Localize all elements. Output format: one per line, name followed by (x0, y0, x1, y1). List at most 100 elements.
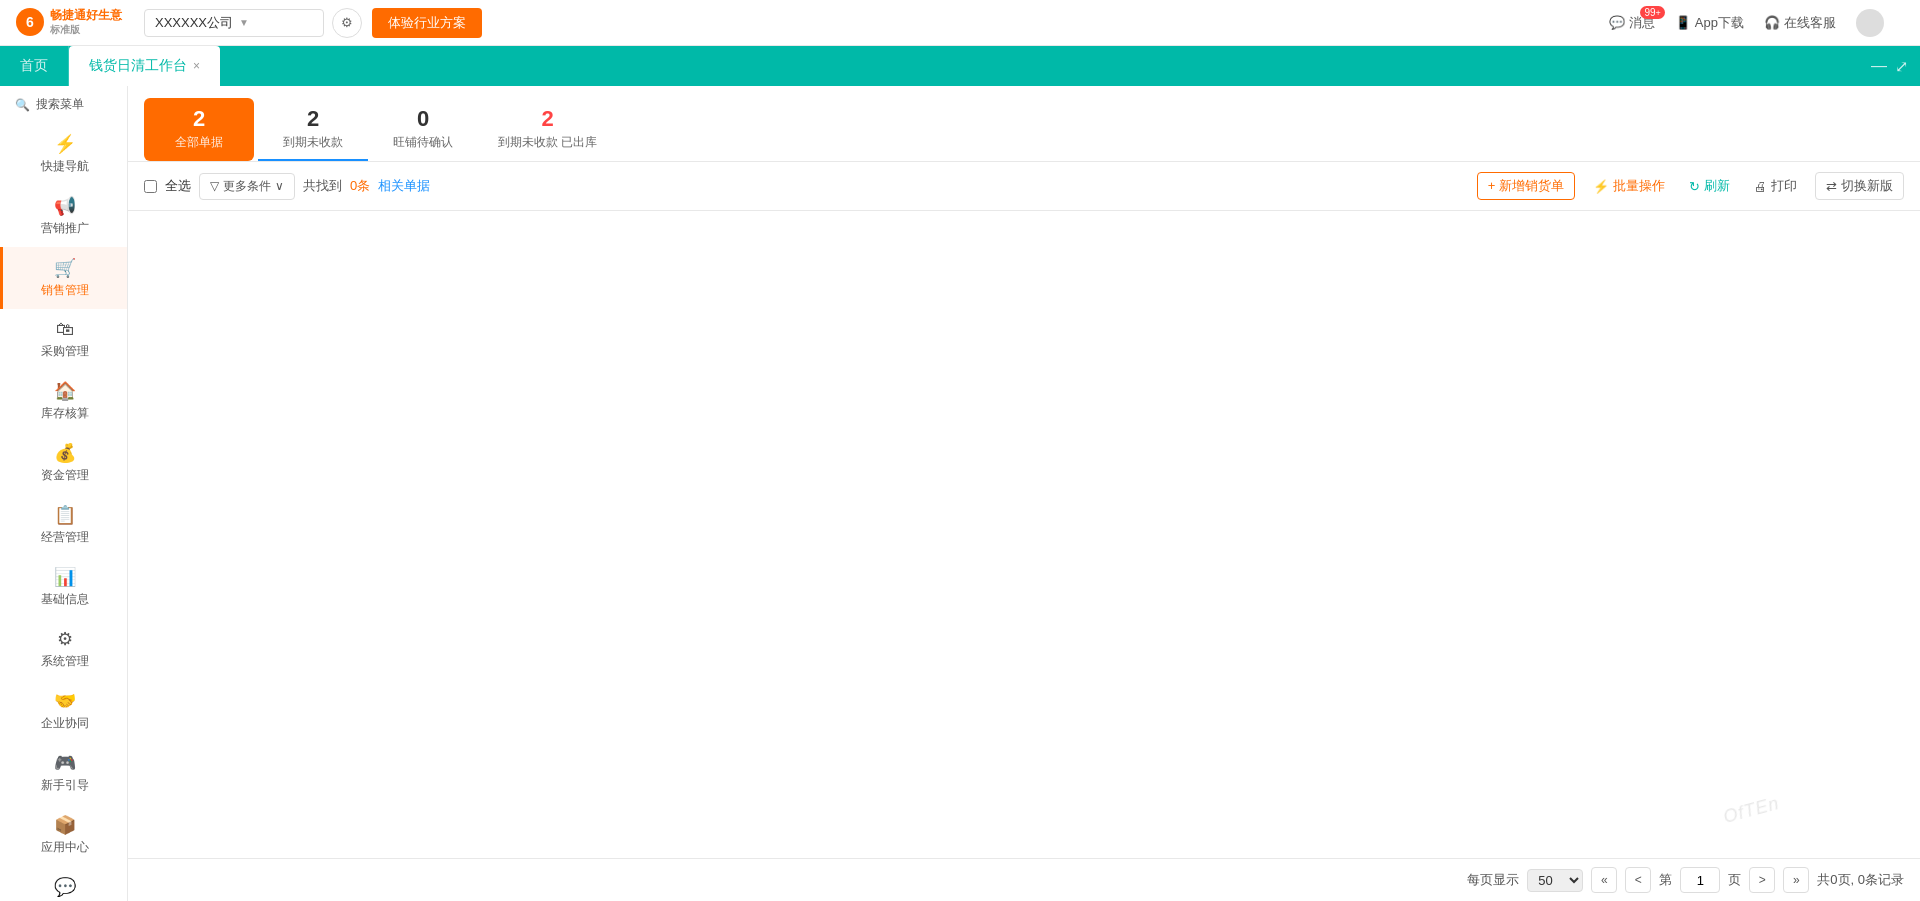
first-page-button[interactable]: « (1591, 867, 1617, 893)
finance-icon: 💰 (54, 442, 76, 464)
sidebar-label-operations: 经营管理 (41, 529, 89, 546)
sidebar-item-inventory[interactable]: 🏠 库存核算 (0, 370, 127, 432)
purchase-icon: 🛍 (56, 319, 74, 340)
gear-icon: ⚙ (341, 15, 353, 30)
sidebar-label-app-center: 应用中心 (41, 839, 89, 856)
logo-icon: 6 (16, 8, 44, 36)
top-header: 6 畅捷通好生意 标准版 XXXXXX公司 ▼ ⚙ 体验行业方案 💬 消息 99… (0, 0, 1920, 46)
add-sales-order-button[interactable]: + 新增销货单 (1477, 172, 1575, 200)
sidebar-item-beginner[interactable]: 🎮 新手引导 (0, 742, 127, 804)
sidebar-item-finance[interactable]: 💰 资金管理 (0, 432, 127, 494)
service-icon: 🎧 (1764, 15, 1780, 30)
toolbar-left: 全选 ▽ 更多条件 ∨ 共找到 0条 相关单据 (144, 173, 1469, 200)
chevron-icon: ∨ (275, 179, 284, 193)
online-service-action[interactable]: 🎧 在线客服 (1764, 14, 1836, 32)
sidebar: 🔍 搜索菜单 ⚡ 快捷导航 📢 营销推广 🛒 销售管理 🛍 采购管理 🏠 库存核… (0, 86, 128, 901)
sidebar-item-marketing[interactable]: 📢 营销推广 (0, 185, 127, 247)
stat-tab-overdue[interactable]: 2 到期未收款 (258, 98, 368, 161)
operations-icon: 📋 (54, 504, 76, 526)
more-conditions-label: 更多条件 (223, 178, 271, 195)
search-label: 搜索菜单 (36, 96, 84, 113)
table-area (128, 211, 1920, 858)
app-center-icon: 📦 (54, 814, 76, 836)
sidebar-item-app-center[interactable]: 📦 应用中心 (0, 804, 127, 866)
settings-button[interactable]: ⚙ (332, 8, 362, 38)
nav-tab-actions: — ⤢ (1871, 57, 1920, 76)
cooperation-icon: 🤝 (54, 690, 76, 712)
found-prefix: 共找到 (303, 177, 342, 195)
switch-version-button[interactable]: ⇄ 切换新版 (1815, 172, 1904, 200)
sidebar-label-basic-info: 基础信息 (41, 591, 89, 608)
stat-label-pending: 旺铺待确认 (393, 134, 453, 151)
download-icon: 📱 (1675, 15, 1691, 30)
print-button[interactable]: 🖨 打印 (1748, 173, 1803, 199)
total-info: 共0页, 0条记录 (1817, 871, 1904, 889)
basic-info-icon: 📊 (54, 566, 76, 588)
search-icon: 🔍 (15, 98, 30, 112)
stat-num-all: 2 (193, 106, 205, 132)
tab-cash-flow[interactable]: 钱货日清工作台 × (69, 46, 220, 86)
refresh-icon: ↻ (1689, 179, 1700, 194)
app-download-label: App下载 (1695, 14, 1744, 32)
page-label-post: 页 (1728, 871, 1741, 889)
sidebar-item-operations[interactable]: 📋 经营管理 (0, 494, 127, 556)
system-icon: ⚙ (57, 628, 73, 650)
minimize-window-button[interactable]: — (1871, 57, 1887, 75)
company-selector[interactable]: XXXXXX公司 ▼ (144, 9, 324, 37)
logo-area: 6 畅捷通好生意 标准版 (16, 8, 144, 36)
select-all-checkbox[interactable] (144, 180, 157, 193)
sidebar-item-system[interactable]: ⚙ 系统管理 (0, 618, 127, 680)
sidebar-label-marketing: 营销推广 (41, 220, 89, 237)
content-area: 2 全部单据 2 到期未收款 0 旺铺待确认 2 到期未收款 已出库 全选 (128, 86, 1920, 901)
per-page-select[interactable]: 50 100 200 (1527, 869, 1583, 892)
sales-icon: 🛒 (54, 257, 76, 279)
found-count: 0条 (350, 177, 370, 195)
sidebar-item-purchase[interactable]: 🛍 采购管理 (0, 309, 127, 370)
batch-operations-button[interactable]: ⚡ 批量操作 (1587, 173, 1671, 199)
more-conditions-button[interactable]: ▽ 更多条件 ∨ (199, 173, 295, 200)
stat-label-outstock: 到期未收款 已出库 (498, 134, 597, 151)
company-name: XXXXXX公司 (155, 14, 233, 32)
stat-tab-outstock[interactable]: 2 到期未收款 已出库 (478, 98, 617, 161)
app-download-action[interactable]: 📱 App下载 (1675, 14, 1744, 32)
sidebar-item-quick-nav[interactable]: ⚡ 快捷导航 (0, 123, 127, 185)
app-version: 标准版 (50, 23, 122, 37)
close-tab-icon[interactable]: × (193, 59, 200, 73)
messages-action[interactable]: 💬 消息 99+ (1609, 14, 1655, 32)
page-number-input[interactable] (1680, 867, 1720, 893)
stat-num-outstock: 2 (542, 106, 554, 132)
sidebar-label-sales: 销售管理 (41, 282, 89, 299)
maximize-window-button[interactable]: ⤢ (1895, 57, 1908, 76)
prev-page-button[interactable]: < (1625, 867, 1651, 893)
pagination: 每页显示 50 100 200 « < 第 页 > » 共0页, 0条记录 (128, 858, 1920, 901)
toolbar-right: + 新增销货单 ⚡ 批量操作 ↻ 刷新 🖨 打印 ⇄ 切换新版 (1477, 172, 1904, 200)
tab-home[interactable]: 首页 (0, 46, 69, 86)
filter-icon: ▽ (210, 179, 219, 193)
sidebar-item-basic-info[interactable]: 📊 基础信息 (0, 556, 127, 618)
refresh-button[interactable]: ↻ 刷新 (1683, 173, 1736, 199)
last-page-button[interactable]: » (1783, 867, 1809, 893)
sidebar-item-sales[interactable]: 🛒 销售管理 (0, 247, 127, 309)
main-layout: 🔍 搜索菜单 ⚡ 快捷导航 📢 营销推广 🛒 销售管理 🛍 采购管理 🏠 库存核… (0, 86, 1920, 901)
stat-tab-pending[interactable]: 0 旺铺待确认 (368, 98, 478, 161)
sidebar-label-cooperation: 企业协同 (41, 715, 89, 732)
marketing-icon: 📢 (54, 195, 76, 217)
sidebar-label-finance: 资金管理 (41, 467, 89, 484)
trial-button[interactable]: 体验行业方案 (372, 8, 482, 38)
beginner-icon: 🎮 (54, 752, 76, 774)
stat-tab-all[interactable]: 2 全部单据 (144, 98, 254, 161)
company-dropdown-arrow: ▼ (239, 17, 249, 28)
sidebar-label-quick-nav: 快捷导航 (41, 158, 89, 175)
avatar[interactable] (1856, 9, 1884, 37)
related-orders-link[interactable]: 相关单据 (378, 177, 430, 195)
sidebar-label-system: 系统管理 (41, 653, 89, 670)
sidebar-label-inventory: 库存核算 (41, 405, 89, 422)
sidebar-item-cooperation[interactable]: 🤝 企业协同 (0, 680, 127, 742)
sidebar-item-wechat[interactable]: 💬 企业微信 (0, 866, 127, 901)
sidebar-search[interactable]: 🔍 搜索菜单 (0, 86, 127, 123)
toolbar: 全选 ▽ 更多条件 ∨ 共找到 0条 相关单据 + 新增销货单 ⚡ 批量操作 ↻ (128, 162, 1920, 211)
messages-badge: 99+ (1640, 6, 1664, 19)
stat-num-pending: 0 (417, 106, 429, 132)
stats-tabs: 2 全部单据 2 到期未收款 0 旺铺待确认 2 到期未收款 已出库 (128, 86, 1920, 162)
next-page-button[interactable]: > (1749, 867, 1775, 893)
